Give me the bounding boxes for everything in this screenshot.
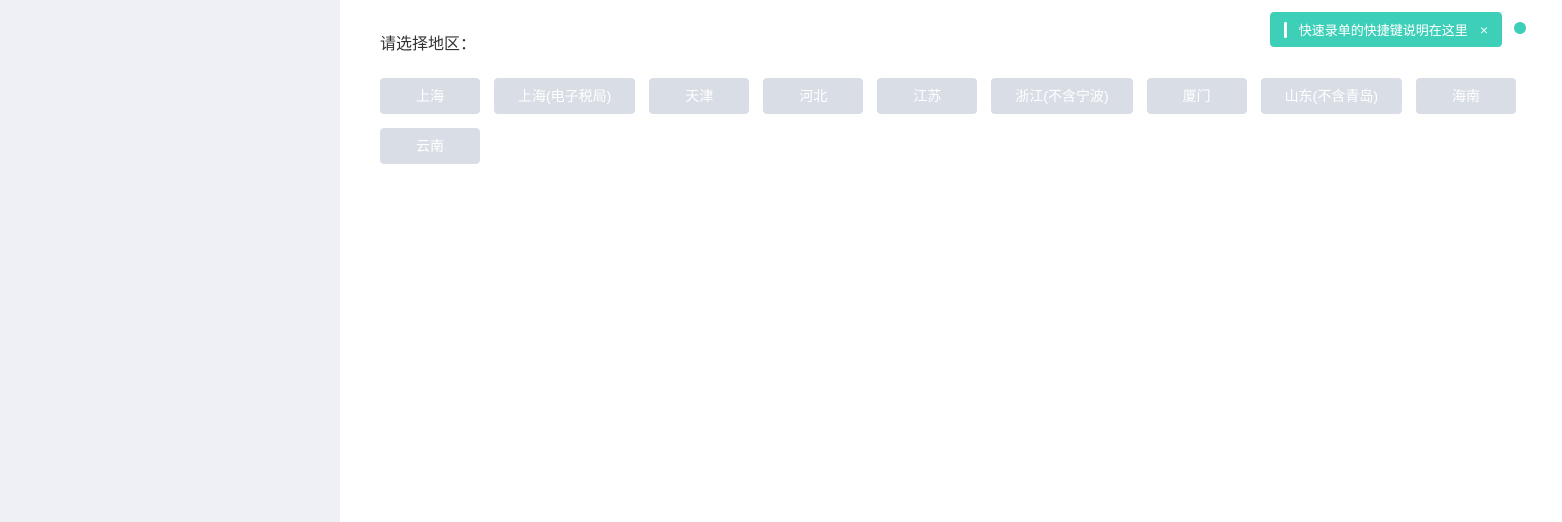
tooltip-bar-icon <box>1284 22 1287 38</box>
region-button-zhejiang[interactable]: 浙江(不含宁波) <box>991 78 1132 114</box>
region-button-yunnan[interactable]: 云南 <box>380 128 480 164</box>
region-buttons-container: 上海上海(电子税局) 天津河北江苏浙江(不含宁波) 厦门山东(不含青岛) 海南云南 <box>380 78 1522 164</box>
main-content: 请选择地区： 上海上海(电子税局)天津河北江苏浙江(不含宁波)厦门山东(不含青岛… <box>340 0 1562 522</box>
tooltip-dot-icon <box>1514 22 1526 34</box>
region-button-jiangsu[interactable]: 江苏 <box>877 78 977 114</box>
tooltip-banner: 快速录单的快捷键说明在这里 × <box>1270 12 1502 47</box>
region-button-shanghai[interactable]: 上海 <box>380 78 480 114</box>
region-button-shanghai-etax[interactable]: 上海(电子税局) <box>494 78 635 114</box>
region-button-hebei[interactable]: 河北 <box>763 78 863 114</box>
region-button-xiamen[interactable]: 厦门 <box>1147 78 1247 114</box>
sidebar <box>0 0 340 522</box>
region-button-shandong[interactable]: 山东(不含青岛) <box>1261 78 1402 114</box>
close-icon[interactable]: × <box>1480 22 1488 38</box>
region-button-tianjin[interactable]: 天津 <box>649 78 749 114</box>
tooltip-text: 快速录单的快捷键说明在这里 <box>1299 20 1468 39</box>
region-button-hainan[interactable]: 海南 <box>1416 78 1516 114</box>
